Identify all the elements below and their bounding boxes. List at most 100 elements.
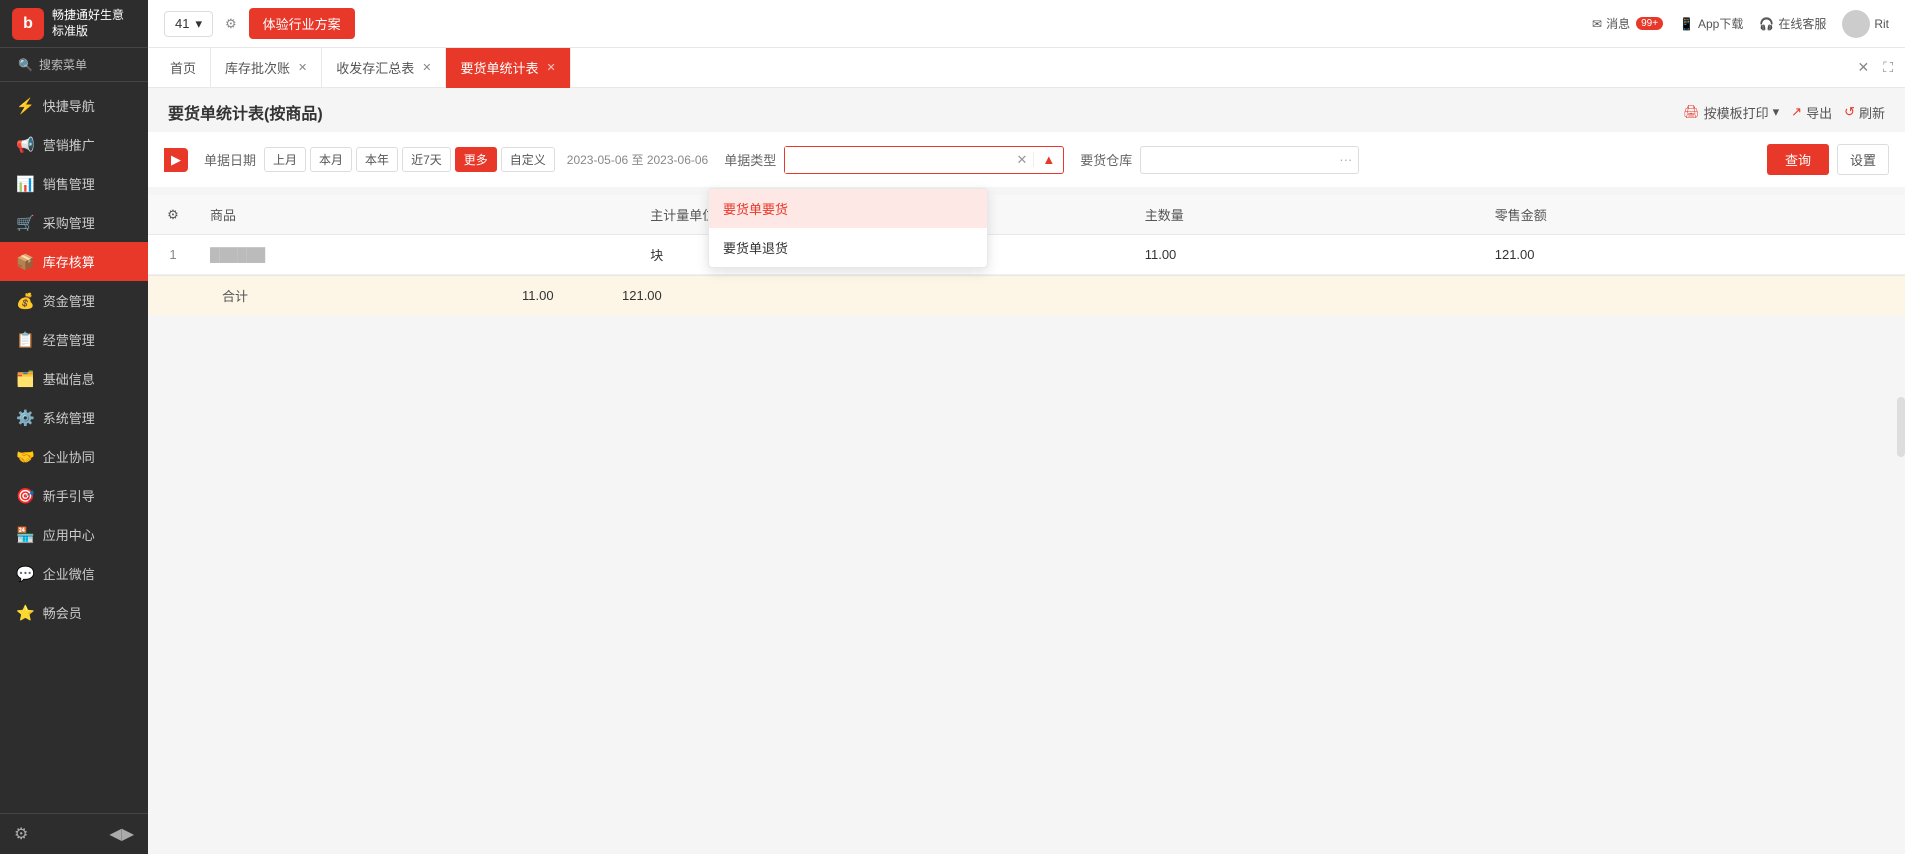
sidebar-search[interactable]: 🔍 搜索菜单 <box>0 48 148 82</box>
this-year-btn[interactable]: 本年 <box>356 147 398 172</box>
warehouse-more-button[interactable]: ··· <box>1333 152 1358 167</box>
sidebar-item-wechat[interactable]: 💬 企业微信 <box>0 554 148 593</box>
sidebar-item-inventory[interactable]: 📦 库存核算 <box>0 242 148 281</box>
sidebar-item-guide[interactable]: 🎯 新手引导 <box>0 476 148 515</box>
guide-label: 新手引导 <box>43 486 95 505</box>
system-icon: ⚙️ <box>16 409 35 427</box>
col-quantity-label: 主数量 <box>1145 208 1184 223</box>
purchase-label: 采购管理 <box>43 213 95 232</box>
dropdown-option-order-return[interactable]: 要货单退货 <box>709 228 987 267</box>
sidebar-item-sales[interactable]: 📊 销售管理 <box>0 164 148 203</box>
tab-batch-inventory[interactable]: 库存批次账 ✕ <box>211 48 322 88</box>
marketing-label: 营销推广 <box>43 135 95 154</box>
tabs-bar: 首页 库存批次账 ✕ 收发存汇总表 ✕ 要货单统计表 ✕ ✕ ⛶ <box>148 48 1905 88</box>
tab-batch-inventory-label: 库存批次账 <box>225 58 290 77</box>
type-clear-button[interactable]: ✕ <box>1010 152 1033 168</box>
collapse-icon[interactable]: ◀▶ <box>109 824 134 844</box>
topbar: 41 ▾ ⚙ 体验行业方案 ✉ 消息 99+ 📱 App下载 🎧 在线客服 R <box>148 0 1905 48</box>
setting-button[interactable]: 设置 <box>1837 144 1889 175</box>
brand-logo: b <box>12 8 44 40</box>
close-all-tabs-button[interactable]: ✕ <box>1853 57 1873 78</box>
cell-index: 1 <box>148 235 198 275</box>
topbar-settings-icon[interactable]: ⚙ <box>225 16 237 32</box>
expand-tabs-button[interactable]: ⛶ <box>1879 57 1897 78</box>
last-7-days-btn[interactable]: 近7天 <box>402 147 451 172</box>
tab-receipts-summary-close[interactable]: ✕ <box>422 61 431 74</box>
tab-batch-inventory-close[interactable]: ✕ <box>298 61 307 74</box>
basic-label: 基础信息 <box>43 369 95 388</box>
appstore-label: 应用中心 <box>43 525 95 544</box>
sidebar-item-member[interactable]: ⭐ 畅会员 <box>0 593 148 632</box>
tab-home-label: 首页 <box>170 58 196 77</box>
filter-expand-button[interactable]: ▶ <box>164 148 188 172</box>
cell-quantity: 11.00 <box>1133 235 1483 275</box>
warehouse-filter-label: 要货仓库 <box>1080 150 1132 169</box>
brand-name: 畅捷通好生意 <box>52 8 124 24</box>
cell-product: ██████ <box>198 235 638 275</box>
message-badge: 99+ <box>1636 17 1663 30</box>
col-settings: ⚙ <box>148 195 198 235</box>
enterprise-icon: 🤝 <box>16 448 35 466</box>
footer-amount: 121.00 <box>610 288 710 303</box>
tab-home[interactable]: 首页 <box>156 48 211 88</box>
print-button[interactable]: 🖨 按模板打印 ▾ <box>1683 103 1779 122</box>
search-label: 搜索菜单 <box>39 56 87 73</box>
type-filter-input[interactable] <box>785 147 1010 173</box>
service-icon: 🎧 <box>1759 17 1774 31</box>
user-avatar-area[interactable]: Rit <box>1842 10 1889 38</box>
export-icon: ↗ <box>1791 104 1802 120</box>
company-selector[interactable]: 41 ▾ <box>164 11 213 37</box>
tab-order-stats-close[interactable]: ✕ <box>547 61 556 74</box>
service-label: 在线客服 <box>1778 15 1826 32</box>
last-month-btn[interactable]: 上月 <box>264 147 306 172</box>
sidebar-item-purchase[interactable]: 🛒 采购管理 <box>0 203 148 242</box>
topbar-right: ✉ 消息 99+ 📱 App下载 🎧 在线客服 Rit <box>1592 10 1889 38</box>
settings-gear-icon[interactable]: ⚙ <box>14 824 28 844</box>
sidebar-item-marketing[interactable]: 📢 营销推广 <box>0 125 148 164</box>
data-table-wrap: ⚙ 商品 主计量单位 主数量 零售金额 <box>148 195 1905 275</box>
industry-solution-button[interactable]: 体验行业方案 <box>249 8 355 39</box>
sidebar-item-quick-nav[interactable]: ⚡ 快捷导航 <box>0 86 148 125</box>
basic-icon: 🗂️ <box>16 370 35 388</box>
sidebar-item-enterprise[interactable]: 🤝 企业协同 <box>0 437 148 476</box>
refresh-button[interactable]: ↺ 刷新 <box>1844 103 1885 122</box>
app-download-label: App下载 <box>1698 15 1743 32</box>
marketing-icon: 📢 <box>16 136 35 154</box>
sidebar-item-finance[interactable]: 💰 资金管理 <box>0 281 148 320</box>
page-title: 要货单统计表(按商品) <box>168 100 323 124</box>
sidebar-item-appstore[interactable]: 🏪 应用中心 <box>0 515 148 554</box>
column-settings-icon[interactable]: ⚙ <box>167 207 179 222</box>
warehouse-filter-group: 要货仓库 ··· <box>1080 146 1359 174</box>
member-label: 畅会员 <box>43 603 82 622</box>
this-month-btn[interactable]: 本月 <box>310 147 352 172</box>
footer-total-label: 合计 <box>210 286 510 305</box>
query-button[interactable]: 查询 <box>1767 144 1829 175</box>
export-button[interactable]: ↗ 导出 <box>1791 103 1832 122</box>
sidebar-item-operation[interactable]: 📋 经营管理 <box>0 320 148 359</box>
page-header: 要货单统计表(按商品) 🖨 按模板打印 ▾ ↗ 导出 ↺ 刷新 <box>148 88 1905 132</box>
more-dates-btn[interactable]: 更多 <box>455 147 497 172</box>
sidebar-item-system[interactable]: ⚙️ 系统管理 <box>0 398 148 437</box>
tab-receipts-summary[interactable]: 收发存汇总表 ✕ <box>322 48 446 88</box>
col-quantity: 主数量 <box>1133 195 1483 235</box>
online-service-button[interactable]: 🎧 在线客服 <box>1759 15 1826 32</box>
tab-order-stats[interactable]: 要货单统计表 ✕ <box>446 48 570 88</box>
user-name: Rit <box>1874 17 1889 31</box>
date-filter-label: 单据日期 <box>204 150 256 169</box>
inventory-label: 库存核算 <box>43 252 95 271</box>
type-dropdown-popup: 要货单要货 要货单退货 <box>708 188 988 268</box>
app-download-button[interactable]: 📱 App下载 <box>1679 15 1743 32</box>
col-product-label: 商品 <box>210 208 236 223</box>
quick-nav-label: 快捷导航 <box>43 96 95 115</box>
type-dropdown-button[interactable]: ▲ <box>1033 152 1063 167</box>
search-icon: 🔍 <box>18 58 33 72</box>
sidebar-item-basic[interactable]: 🗂️ 基础信息 <box>0 359 148 398</box>
sidebar-nav: ⚡ 快捷导航 📢 营销推广 📊 销售管理 🛒 采购管理 📦 库存核算 💰 资金管… <box>0 82 148 813</box>
warehouse-filter-input[interactable] <box>1141 152 1333 167</box>
scroll-handle[interactable] <box>1897 397 1905 457</box>
data-table: ⚙ 商品 主计量单位 主数量 零售金额 <box>148 195 1905 275</box>
custom-date-btn[interactable]: 自定义 <box>501 147 555 172</box>
messages-button[interactable]: ✉ 消息 99+ <box>1592 15 1663 32</box>
messages-label: 消息 <box>1606 15 1630 32</box>
dropdown-option-order-goods[interactable]: 要货单要货 <box>709 189 987 228</box>
